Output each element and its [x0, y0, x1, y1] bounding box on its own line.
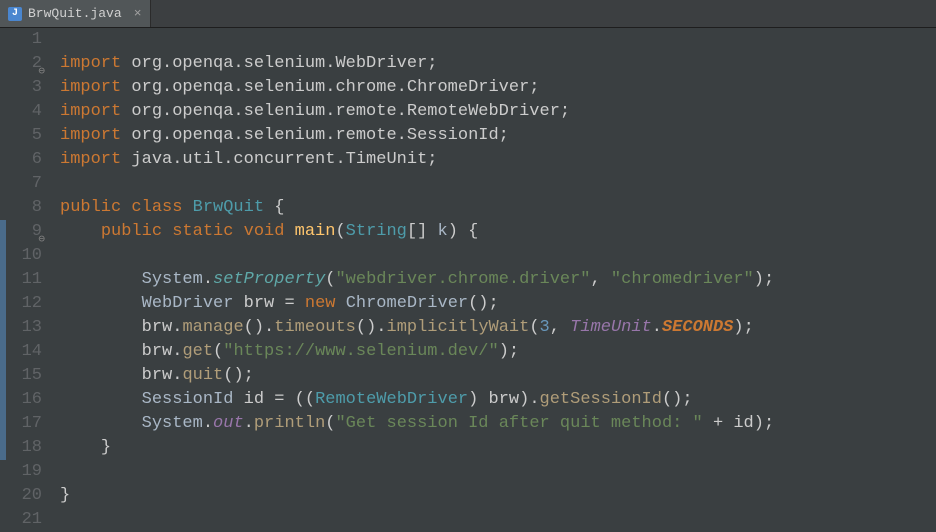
code-line: brw.quit(); — [60, 364, 936, 388]
code-line — [60, 28, 936, 52]
line-number: 15 — [0, 364, 42, 388]
fold-icon[interactable]: ⊖ — [37, 228, 45, 236]
tab-filename: BrwQuit.java — [28, 6, 122, 21]
code-line: import java.util.concurrent.TimeUnit; — [60, 148, 936, 172]
code-line: import org.openqa.selenium.WebDriver; — [60, 52, 936, 76]
code-line: System.setProperty("webdriver.chrome.dri… — [60, 268, 936, 292]
line-number: 7 — [0, 172, 42, 196]
line-number: 18 — [0, 436, 42, 460]
code-line: } — [60, 484, 936, 508]
code-line — [60, 172, 936, 196]
line-gutter: 1 2⊖ 3 4 5 6 7 8 9⊖ 10 11 12 13 14 15 16… — [0, 28, 52, 532]
line-number: 1 — [0, 28, 42, 52]
code-line — [60, 508, 936, 532]
tab-bar: J BrwQuit.java × — [0, 0, 936, 28]
editor-tab[interactable]: J BrwQuit.java × — [0, 0, 151, 27]
line-number: 21 — [0, 508, 42, 532]
code-line: brw.manage().timeouts().implicitlyWait(3… — [60, 316, 936, 340]
close-icon[interactable]: × — [132, 8, 144, 20]
line-number: 19 — [0, 460, 42, 484]
code-line: brw.get("https://www.selenium.dev/"); — [60, 340, 936, 364]
line-number: 6 — [0, 148, 42, 172]
line-number: 9⊖ — [0, 220, 42, 244]
code-area[interactable]: import org.openqa.selenium.WebDriver; im… — [52, 28, 936, 532]
line-number: 5 — [0, 124, 42, 148]
line-number: 4 — [0, 100, 42, 124]
code-line: System.out.println("Get session Id after… — [60, 412, 936, 436]
line-number: 13 — [0, 316, 42, 340]
code-line: import org.openqa.selenium.remote.Remote… — [60, 100, 936, 124]
code-line: import org.openqa.selenium.remote.Sessio… — [60, 124, 936, 148]
line-number: 14 — [0, 340, 42, 364]
line-number: 2⊖ — [0, 52, 42, 76]
line-number: 3 — [0, 76, 42, 100]
code-line: public static void main(String[] k) { — [60, 220, 936, 244]
line-number: 20 — [0, 484, 42, 508]
code-line — [60, 460, 936, 484]
code-line: WebDriver brw = new ChromeDriver(); — [60, 292, 936, 316]
line-number: 17 — [0, 412, 42, 436]
code-editor[interactable]: 1 2⊖ 3 4 5 6 7 8 9⊖ 10 11 12 13 14 15 16… — [0, 28, 936, 532]
java-file-icon: J — [8, 7, 22, 21]
code-line — [60, 244, 936, 268]
code-line: } — [60, 436, 936, 460]
fold-icon[interactable]: ⊖ — [37, 60, 45, 68]
line-number: 11 — [0, 268, 42, 292]
line-number: 10 — [0, 244, 42, 268]
line-number: 16 — [0, 388, 42, 412]
code-line: public class BrwQuit { — [60, 196, 936, 220]
line-number: 8 — [0, 196, 42, 220]
code-line: SessionId id = ((RemoteWebDriver) brw).g… — [60, 388, 936, 412]
line-number: 12 — [0, 292, 42, 316]
code-line: import org.openqa.selenium.chrome.Chrome… — [60, 76, 936, 100]
